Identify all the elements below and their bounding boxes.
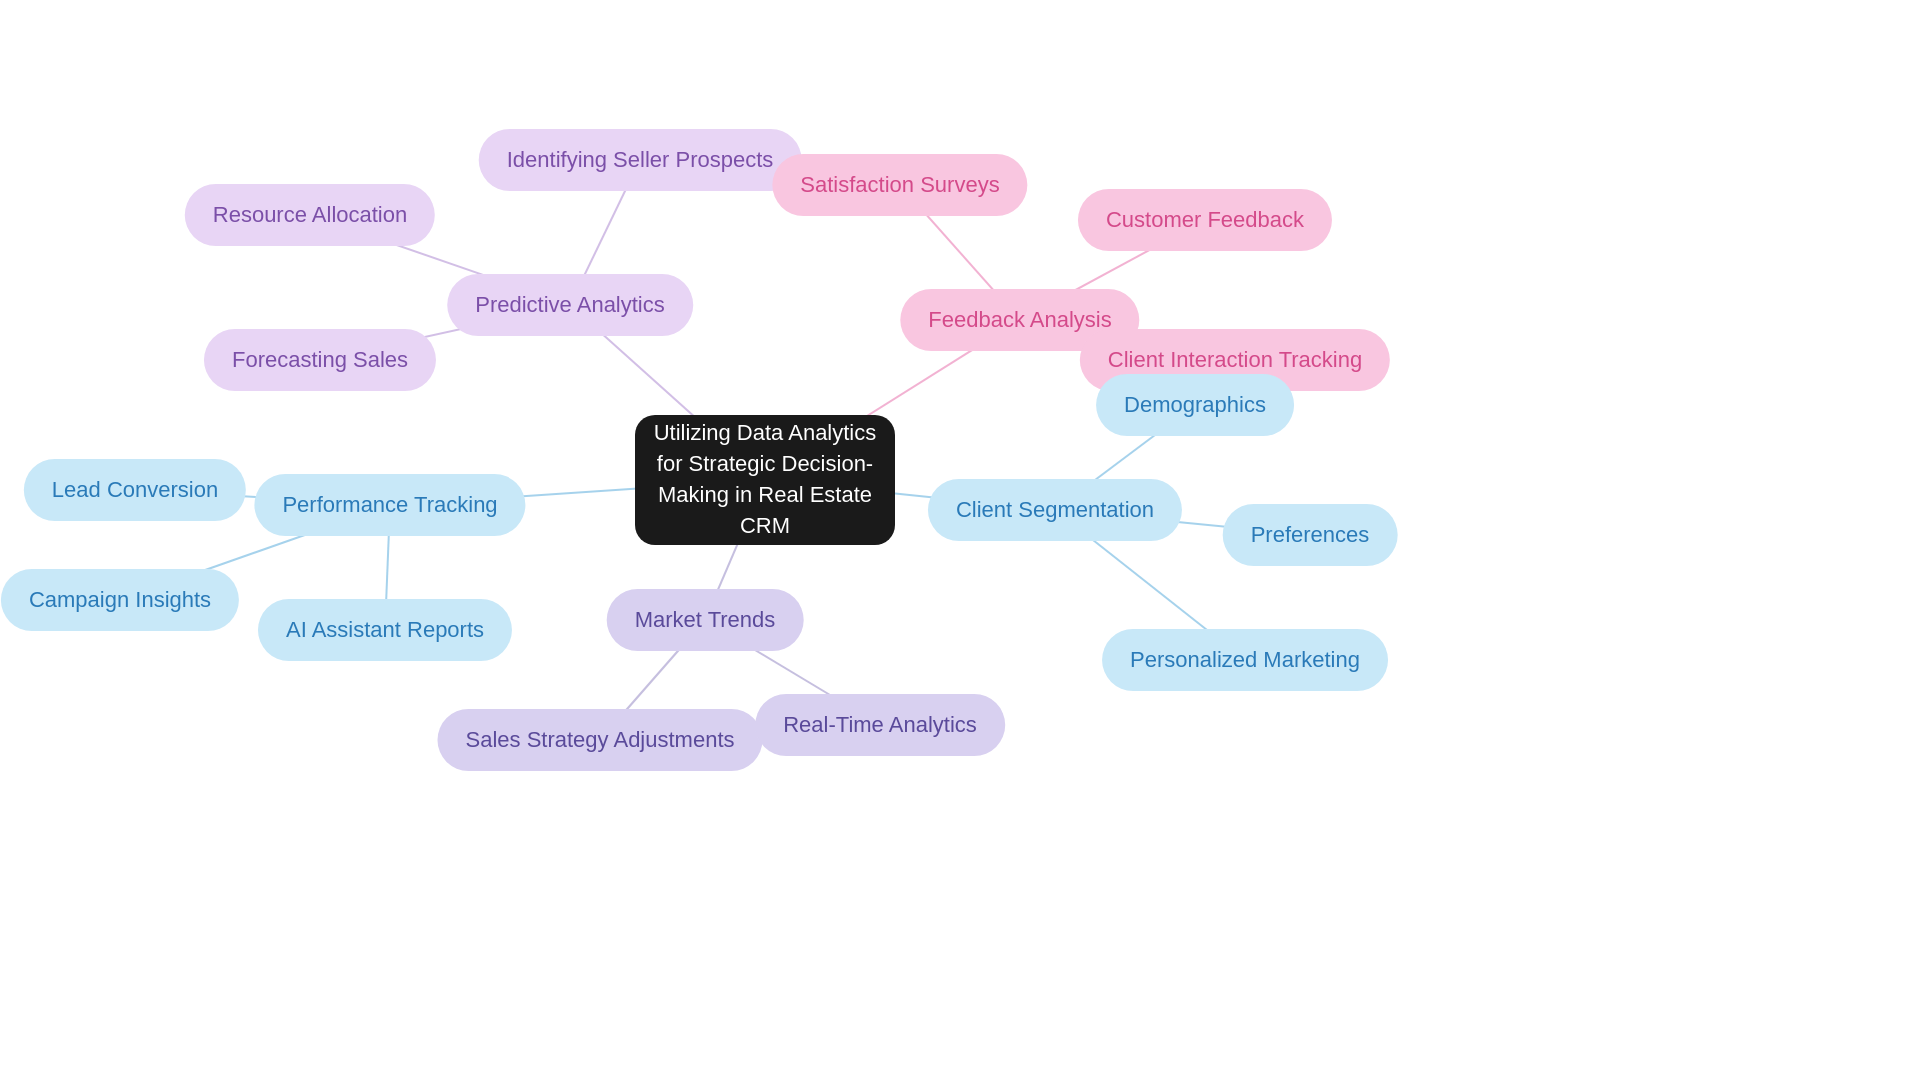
identifying-seller-node[interactable]: Identifying Seller Prospects	[479, 129, 802, 191]
client-segmentation-node[interactable]: Client Segmentation	[928, 479, 1182, 541]
demographics-node[interactable]: Demographics	[1096, 374, 1294, 436]
performance-tracking-node[interactable]: Performance Tracking	[254, 474, 525, 536]
center-node[interactable]: Utilizing Data Analytics for Strategic D…	[635, 415, 895, 545]
real-time-analytics-node[interactable]: Real-Time Analytics	[755, 694, 1005, 756]
campaign-insights-node[interactable]: Campaign Insights	[1, 569, 239, 631]
forecasting-sales-node[interactable]: Forecasting Sales	[204, 329, 436, 391]
predictive-analytics-node[interactable]: Predictive Analytics	[447, 274, 693, 336]
personalized-marketing-node[interactable]: Personalized Marketing	[1102, 629, 1388, 691]
ai-assistant-node[interactable]: AI Assistant Reports	[258, 599, 512, 661]
resource-allocation-node[interactable]: Resource Allocation	[185, 184, 435, 246]
customer-feedback-node[interactable]: Customer Feedback	[1078, 189, 1332, 251]
sales-strategy-node[interactable]: Sales Strategy Adjustments	[437, 709, 762, 771]
lead-conversion-node[interactable]: Lead Conversion	[24, 459, 246, 521]
mind-map: Utilizing Data Analytics for Strategic D…	[0, 0, 1920, 1083]
satisfaction-surveys-node[interactable]: Satisfaction Surveys	[772, 154, 1027, 216]
preferences-node[interactable]: Preferences	[1223, 504, 1398, 566]
market-trends-node[interactable]: Market Trends	[607, 589, 804, 651]
